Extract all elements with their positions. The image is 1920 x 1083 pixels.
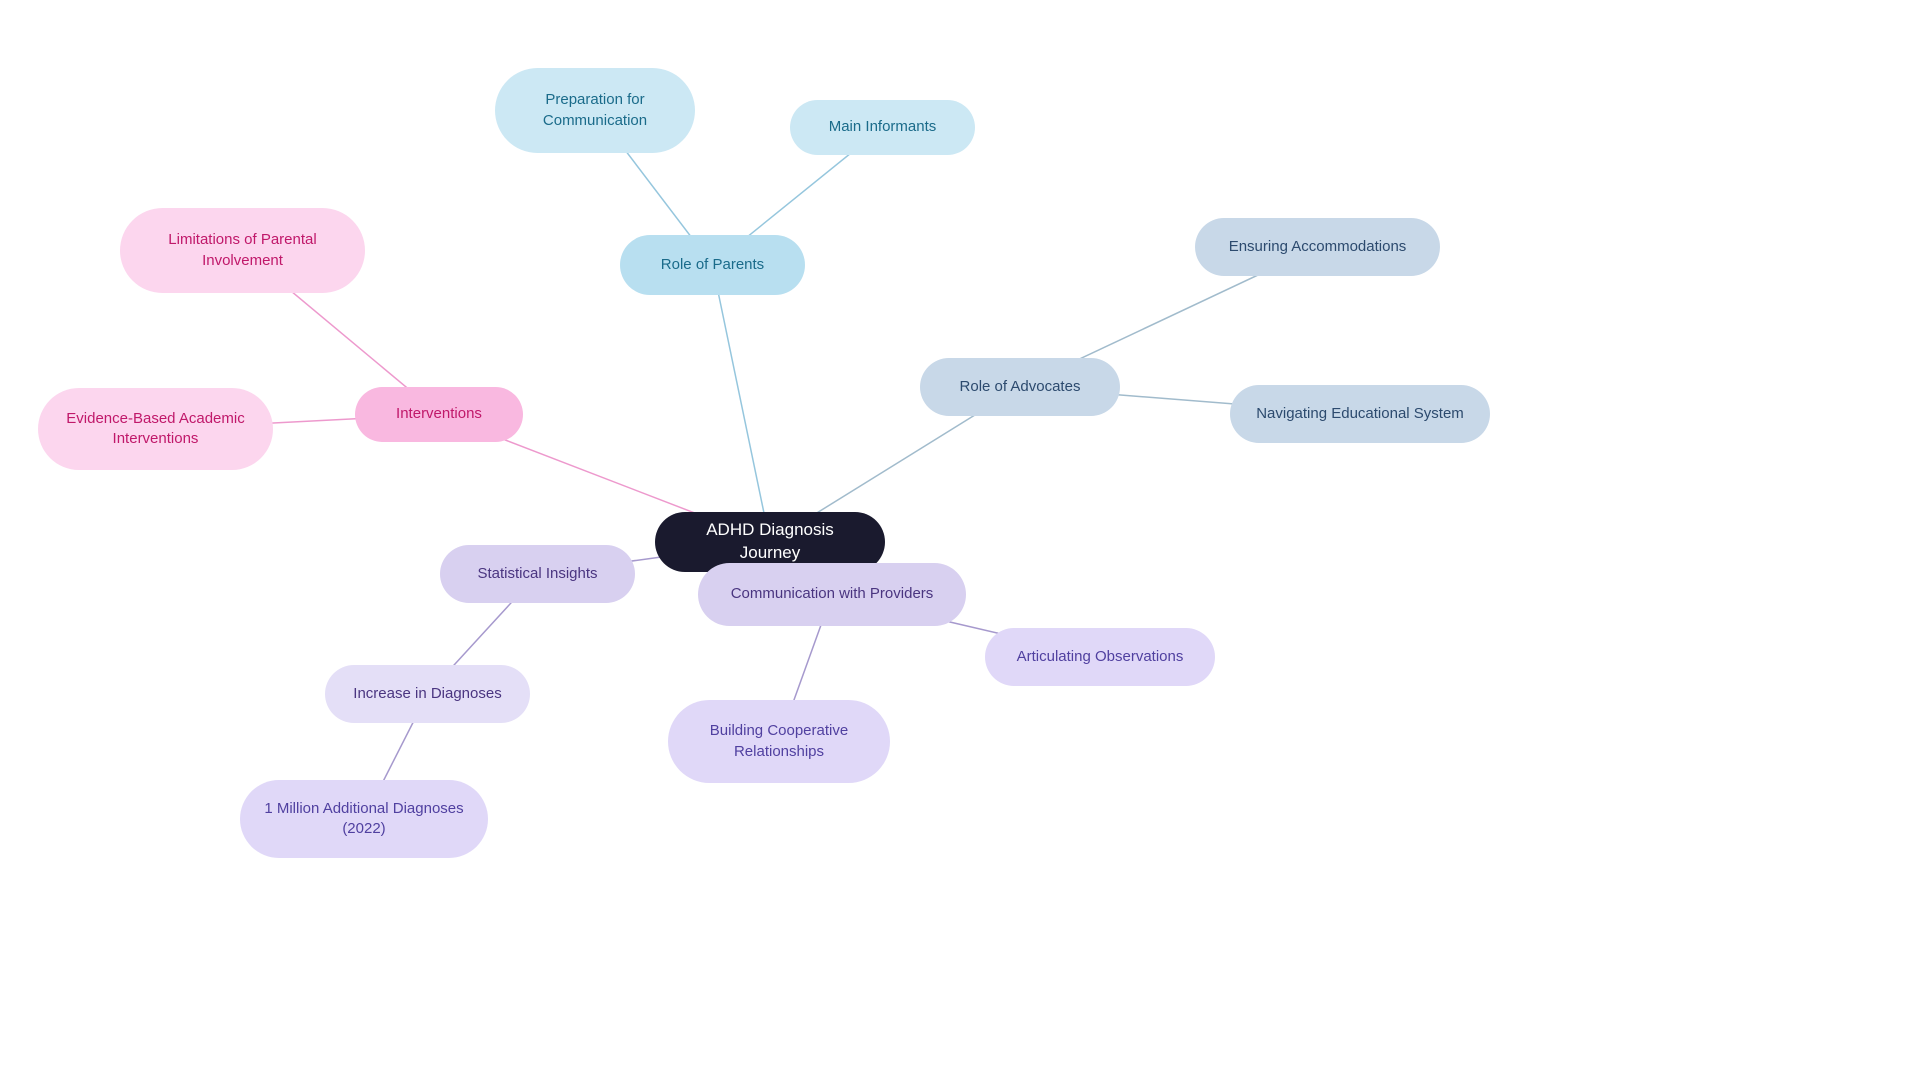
node-role-of-parents[interactable]: Role of Parents [620,235,805,295]
node-interventions[interactable]: Interventions [355,387,523,442]
mind-map: ADHD Diagnosis Journey Role of Parents P… [0,0,1920,1083]
node-communication-providers[interactable]: Communication with Providers [698,563,966,626]
connections-svg [0,0,1920,1083]
node-million-diagnoses[interactable]: 1 Million Additional Diagnoses (2022) [240,780,488,858]
node-building-cooperative[interactable]: Building Cooperative Relationships [668,700,890,783]
node-preparation[interactable]: Preparation for Communication [495,68,695,153]
node-increase-in-diagnoses[interactable]: Increase in Diagnoses [325,665,530,723]
node-limitations[interactable]: Limitations of Parental Involvement [120,208,365,293]
node-role-of-advocates[interactable]: Role of Advocates [920,358,1120,416]
node-main-informants[interactable]: Main Informants [790,100,975,155]
node-articulating-observations[interactable]: Articulating Observations [985,628,1215,686]
node-statistical-insights[interactable]: Statistical Insights [440,545,635,603]
node-ensuring-accommodations[interactable]: Ensuring Accommodations [1195,218,1440,276]
node-navigating-educational[interactable]: Navigating Educational System [1230,385,1490,443]
node-evidence-based[interactable]: Evidence-Based Academic Interventions [38,388,273,470]
